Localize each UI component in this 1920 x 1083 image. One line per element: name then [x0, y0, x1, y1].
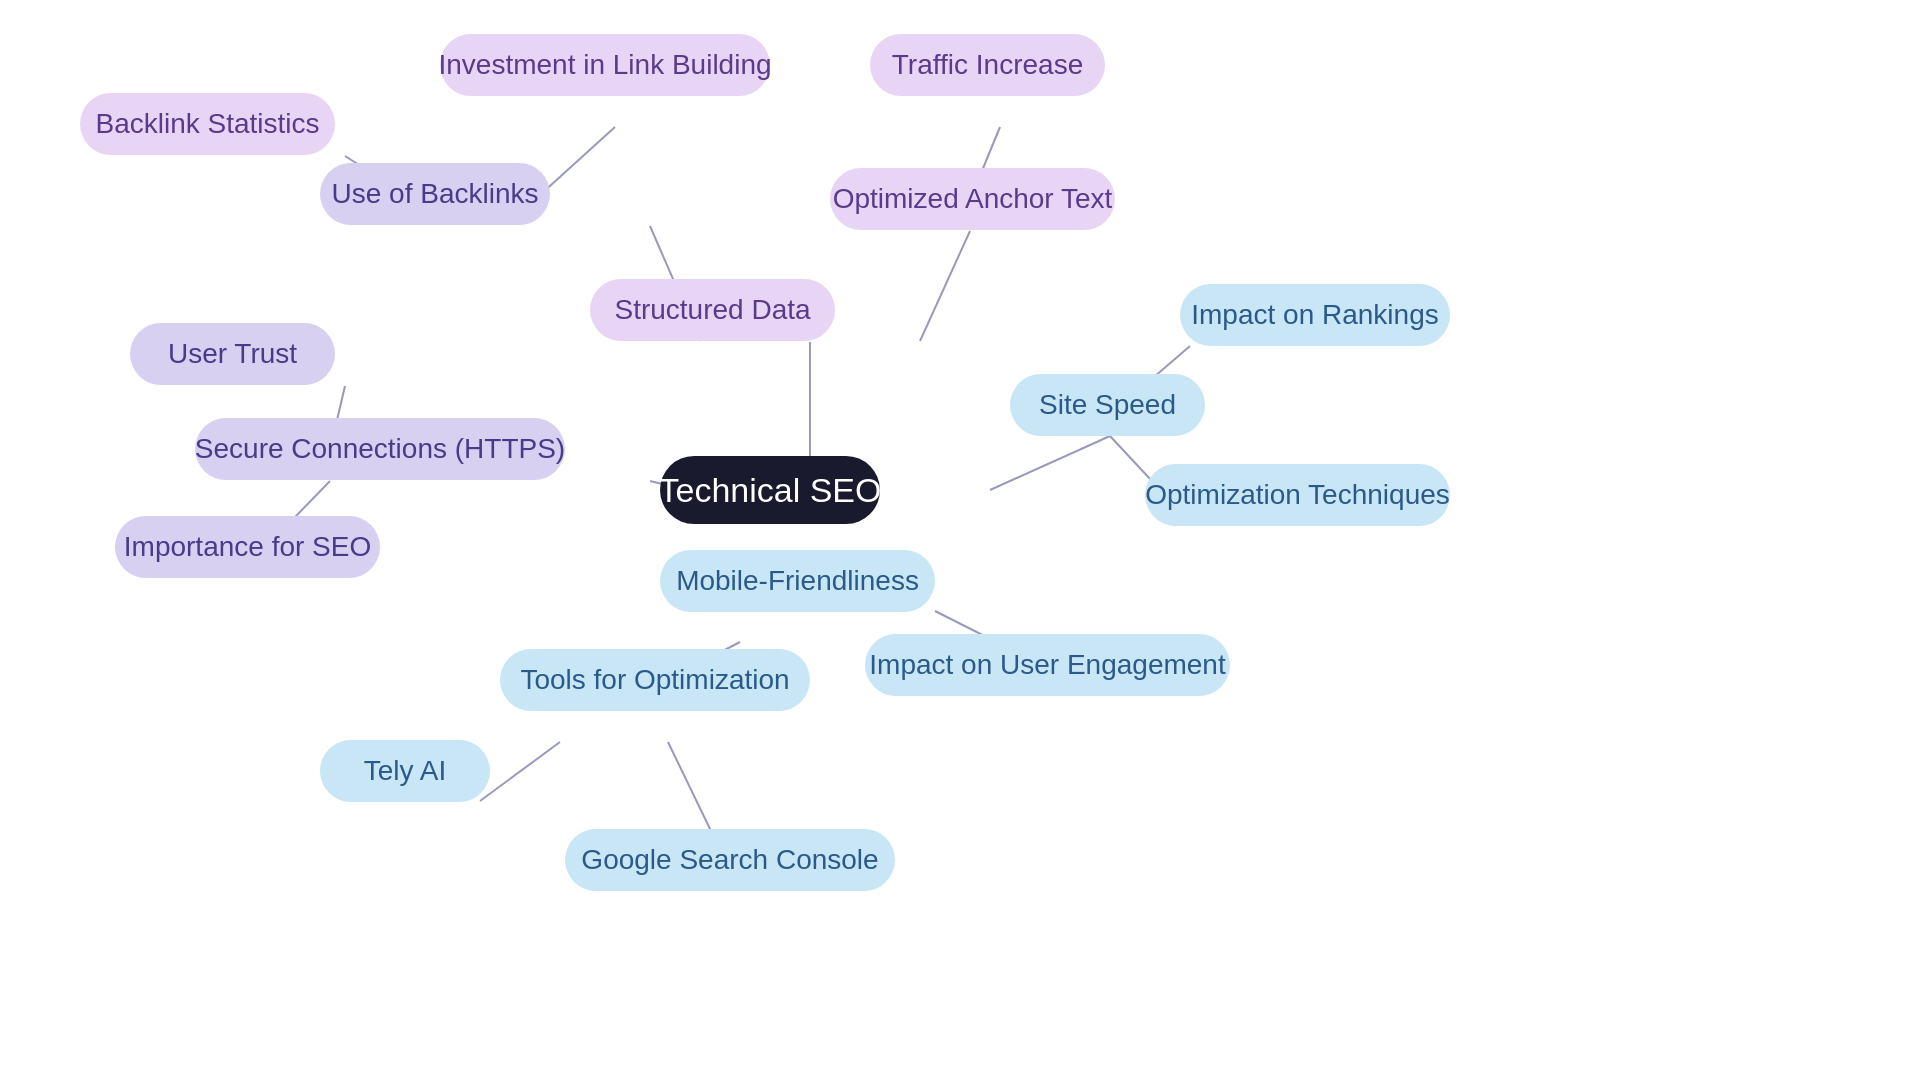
structured-data-label: Structured Data [614, 294, 810, 326]
structured-data-node: Structured Data [590, 279, 835, 341]
svg-line-15 [480, 742, 560, 801]
google-search-console-label: Google Search Console [581, 844, 878, 876]
optimization-techniques-label: Optimization Techniques [1145, 479, 1450, 511]
site-speed-node: Site Speed [1010, 374, 1205, 436]
use-of-backlinks-label: Use of Backlinks [332, 178, 539, 210]
impact-user-engagement-label: Impact on User Engagement [869, 649, 1225, 681]
user-trust-node: User Trust [130, 323, 335, 385]
svg-line-1 [990, 436, 1110, 490]
importance-for-seo-label: Importance for SEO [124, 531, 371, 563]
user-trust-label: User Trust [168, 338, 297, 370]
tely-ai-node: Tely AI [320, 740, 490, 802]
impact-on-rankings-node: Impact on Rankings [1180, 284, 1450, 346]
traffic-increase-node: Traffic Increase [870, 34, 1105, 96]
optimization-techniques-node: Optimization Techniques [1145, 464, 1450, 526]
mobile-friendliness-label: Mobile-Friendliness [676, 565, 919, 597]
tools-for-optimization-label: Tools for Optimization [520, 664, 789, 696]
backlink-statistics-label: Backlink Statistics [95, 108, 319, 140]
secure-connections-node: Secure Connections (HTTPS) [195, 418, 565, 480]
optimized-anchor-text-label: Optimized Anchor Text [833, 183, 1113, 215]
tely-ai-label: Tely AI [364, 755, 446, 787]
traffic-increase-label: Traffic Increase [892, 49, 1083, 81]
site-speed-label: Site Speed [1039, 389, 1176, 421]
optimized-anchor-text-node: Optimized Anchor Text [830, 168, 1115, 230]
investment-link-building-node: Investment in Link Building [440, 34, 770, 96]
use-of-backlinks-node: Use of Backlinks [320, 163, 550, 225]
secure-connections-label: Secure Connections (HTTPS) [195, 433, 565, 465]
center-node: Technical SEO [660, 456, 880, 524]
svg-line-6 [540, 127, 615, 195]
impact-user-engagement-node: Impact on User Engagement [865, 634, 1230, 696]
tools-for-optimization-node: Tools for Optimization [500, 649, 810, 711]
backlink-statistics-node: Backlink Statistics [80, 93, 335, 155]
investment-link-building-label: Investment in Link Building [438, 49, 771, 81]
impact-on-rankings-label: Impact on Rankings [1191, 299, 1438, 331]
svg-line-5 [920, 231, 970, 341]
center-label: Technical SEO [659, 471, 882, 510]
google-search-console-node: Google Search Console [565, 829, 895, 891]
importance-for-seo-node: Importance for SEO [115, 516, 380, 578]
mobile-friendliness-node: Mobile-Friendliness [660, 550, 935, 612]
